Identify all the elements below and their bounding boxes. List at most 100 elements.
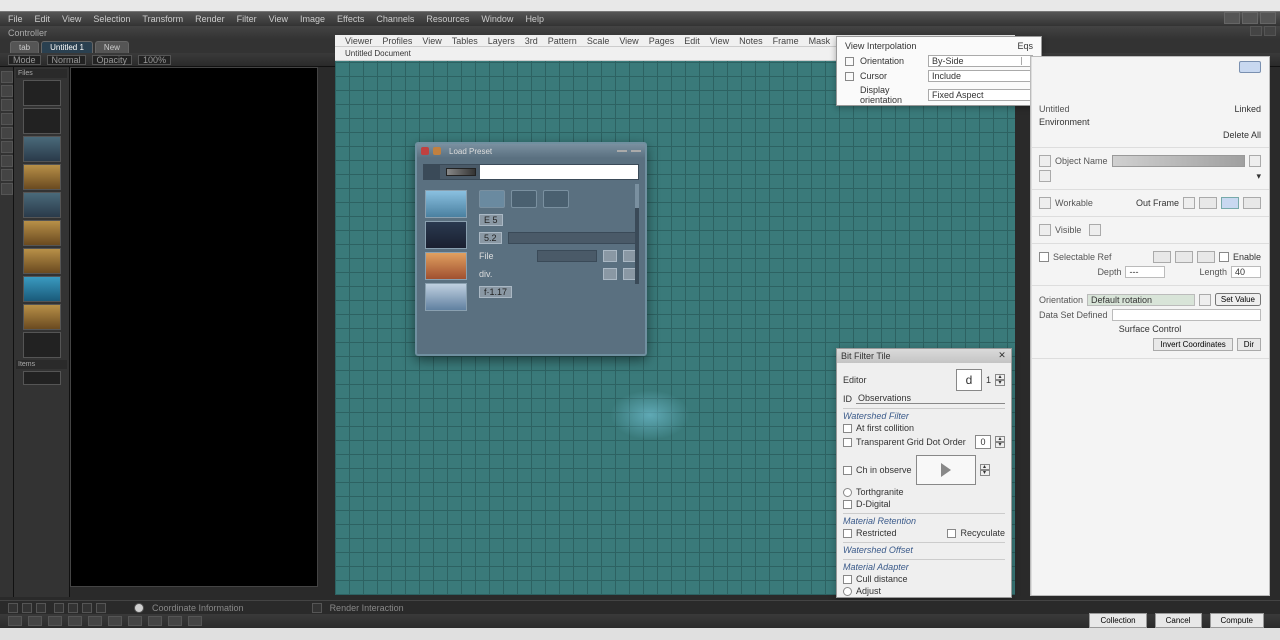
asset-thumb-3[interactable]	[23, 136, 61, 162]
menu-file[interactable]: File	[8, 14, 23, 24]
status-icon-3[interactable]	[36, 603, 46, 613]
cancel-button[interactable]: Cancel	[1155, 613, 1202, 628]
menu-window[interactable]: Window	[481, 14, 513, 24]
order-swatch[interactable]: 0	[975, 435, 991, 449]
preset-thumb-2[interactable]	[425, 221, 467, 249]
bbar-10[interactable]	[188, 616, 202, 626]
docmenu-2[interactable]: View	[422, 36, 441, 46]
view-tab-1[interactable]	[479, 190, 505, 208]
view-tab-3[interactable]	[543, 190, 569, 208]
menu-resources[interactable]: Resources	[426, 14, 469, 24]
tab-1[interactable]: Untitled 1	[41, 41, 93, 53]
status-icon-1[interactable]	[8, 603, 18, 613]
docmenu-14[interactable]: Mask	[809, 36, 831, 46]
cb-first[interactable]	[843, 424, 852, 433]
docmenu-1[interactable]: Profiles	[382, 36, 412, 46]
bbar-1[interactable]	[8, 616, 22, 626]
orientation-icon[interactable]	[1199, 294, 1211, 306]
close-icon[interactable]	[421, 147, 429, 155]
docmenu-6[interactable]: Pattern	[548, 36, 577, 46]
menu-channels[interactable]: Channels	[376, 14, 414, 24]
opt-mode[interactable]: Mode	[8, 55, 41, 65]
dd-field-2[interactable]: Include	[928, 70, 1033, 82]
editor-swatch[interactable]: d	[956, 369, 982, 391]
menu-selection[interactable]: Selection	[93, 14, 130, 24]
bbar-8[interactable]	[148, 616, 162, 626]
length-field[interactable]: 40	[1231, 266, 1261, 278]
gear-icon[interactable]	[1039, 170, 1051, 182]
bbar-6[interactable]	[108, 616, 122, 626]
tool-7[interactable]	[1, 155, 13, 167]
bbar-5[interactable]	[88, 616, 102, 626]
sel-btn-3[interactable]	[1197, 251, 1215, 263]
tool-5[interactable]	[1, 127, 13, 139]
opt-opacity[interactable]: Opacity	[92, 55, 133, 65]
view-tab-2[interactable]	[511, 190, 537, 208]
status-icon-4[interactable]	[54, 603, 64, 613]
cb-observe[interactable]	[843, 466, 852, 475]
dialog-scrollbar[interactable]	[635, 184, 639, 284]
selectable-check[interactable]	[1039, 252, 1049, 262]
tool-3[interactable]	[1, 99, 13, 111]
bbar-9[interactable]	[168, 616, 182, 626]
asset-thumb-6[interactable]	[23, 220, 61, 246]
datadef-field[interactable]	[1112, 309, 1261, 321]
menu-image[interactable]: Image	[300, 14, 325, 24]
cb-restricted[interactable]	[843, 529, 852, 538]
enable-check[interactable]	[1219, 252, 1229, 262]
preview-swatch[interactable]	[916, 455, 976, 485]
row-file-btn1[interactable]	[603, 250, 617, 262]
panel2-titlebar[interactable]: Bit Filter Tile ✕	[837, 349, 1011, 363]
bbar-4[interactable]	[68, 616, 82, 626]
docmenu-3[interactable]: Tables	[452, 36, 478, 46]
chip-e5[interactable]: E 5	[479, 214, 503, 226]
outframe-label[interactable]: Out Frame	[1136, 198, 1179, 208]
status-icon-7[interactable]	[96, 603, 106, 613]
asset-thumb-1[interactable]	[23, 80, 61, 106]
docmenu-5[interactable]: 3rd	[525, 36, 538, 46]
preset-thumb-1[interactable]	[425, 190, 467, 218]
search-icon[interactable]	[424, 165, 440, 179]
dd-check-1[interactable]	[845, 57, 854, 66]
wf-btn-3[interactable]	[1243, 197, 1261, 209]
docmenu-13[interactable]: Frame	[773, 36, 799, 46]
chip-52[interactable]: 5.2	[479, 232, 502, 244]
tool-8[interactable]	[1, 169, 13, 181]
tool-4[interactable]	[1, 113, 13, 125]
status-icon-5[interactable]	[68, 603, 78, 613]
docmenu-4[interactable]: Layers	[488, 36, 515, 46]
tool-9[interactable]	[1, 183, 13, 195]
chip-f117[interactable]: f·1.17	[479, 286, 512, 298]
doc-window-controls[interactable]	[1250, 26, 1276, 36]
docmenu-11[interactable]: View	[710, 36, 729, 46]
close-icon[interactable]: ✕	[997, 351, 1007, 361]
menu-view2[interactable]: View	[269, 14, 288, 24]
spin-down-3[interactable]: ▾	[980, 470, 990, 476]
setvalue-button[interactable]: Set Value	[1215, 293, 1261, 306]
minimize-icon[interactable]	[433, 147, 441, 155]
bbar-3[interactable]	[48, 616, 62, 626]
dialog-titlebar[interactable]: Load Preset	[417, 144, 645, 158]
bbar-7[interactable]	[128, 616, 142, 626]
status-icon-6[interactable]	[82, 603, 92, 613]
asset-thumb-4[interactable]	[23, 164, 61, 190]
rad-torth[interactable]	[843, 488, 852, 497]
menu-filter[interactable]: Filter	[237, 14, 257, 24]
wf-btn-1[interactable]	[1199, 197, 1217, 209]
asset-thumb-11[interactable]	[23, 371, 61, 385]
preview-viewport[interactable]	[70, 67, 318, 587]
docmenu-9[interactable]: Pages	[649, 36, 675, 46]
depth-field[interactable]: ---	[1125, 266, 1165, 278]
menu-help[interactable]: Help	[525, 14, 544, 24]
preset-thumb-3[interactable]	[425, 252, 467, 280]
menu-effects[interactable]: Effects	[337, 14, 364, 24]
asset-thumb-5[interactable]	[23, 192, 61, 218]
menu-view[interactable]: View	[62, 14, 81, 24]
sel-btn-2[interactable]	[1175, 251, 1193, 263]
objname-field[interactable]	[1112, 155, 1245, 167]
opt-opacity-val[interactable]: 100%	[138, 55, 171, 65]
asset-thumb-7[interactable]	[23, 248, 61, 274]
tab-0[interactable]: tab	[10, 41, 39, 53]
window-controls[interactable]	[1224, 12, 1276, 24]
dd-check-2[interactable]	[845, 72, 854, 81]
